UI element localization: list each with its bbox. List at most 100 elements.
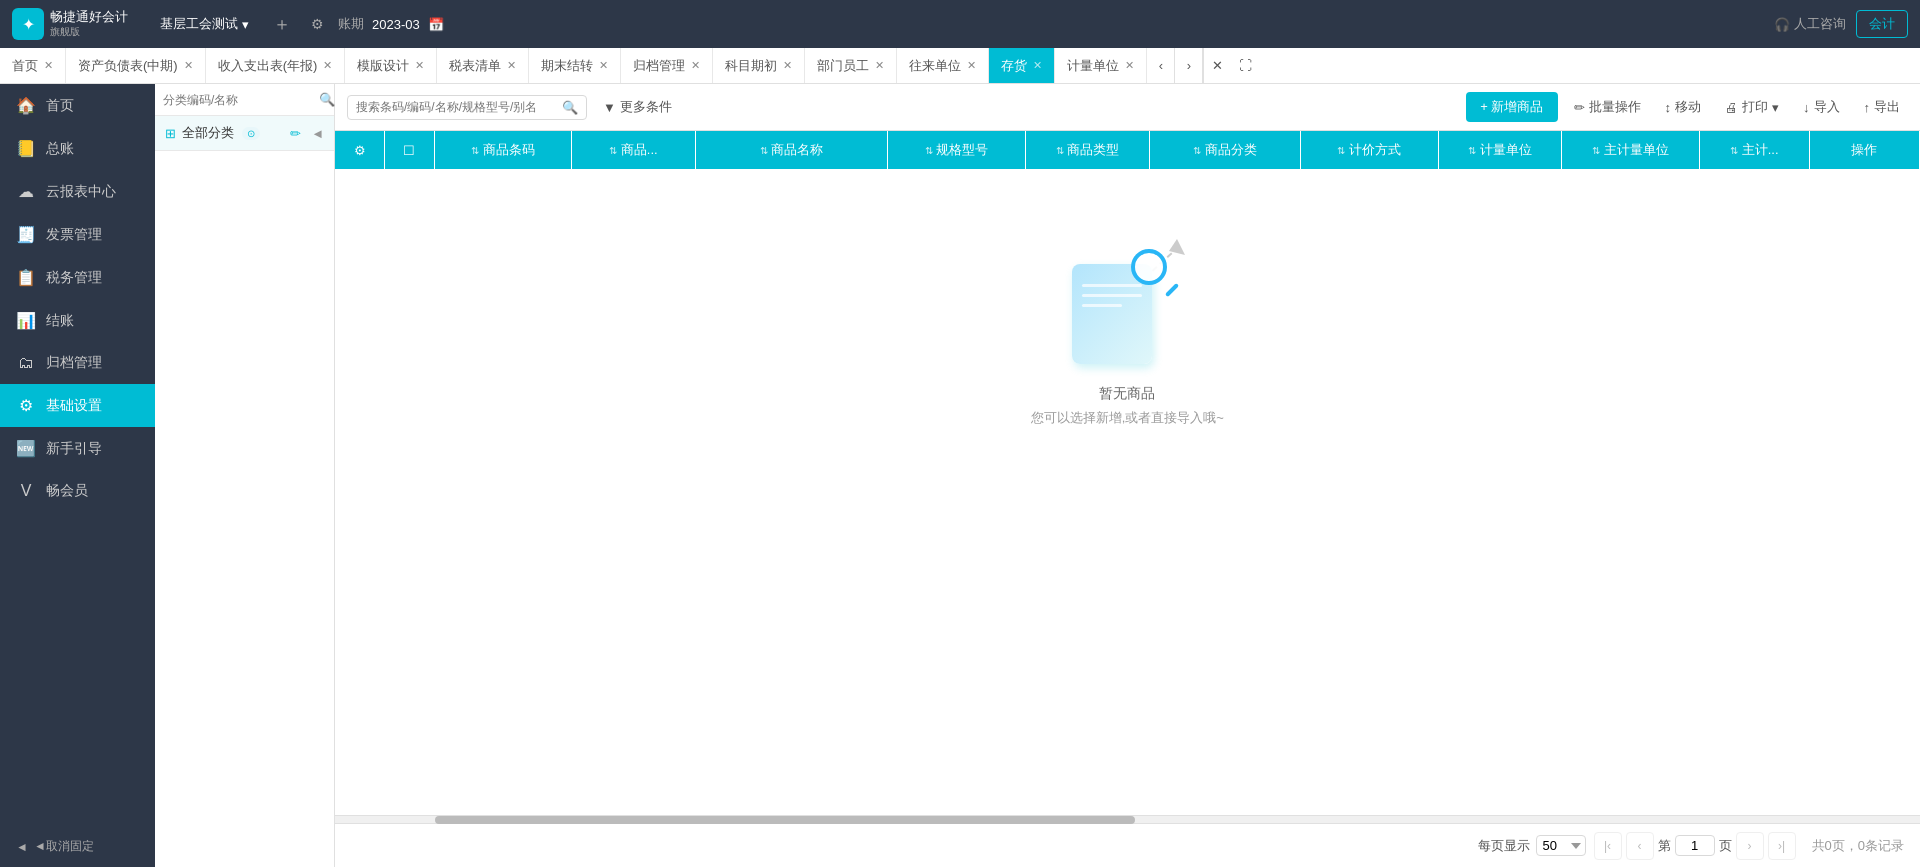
sidebar-item-guide[interactable]: 🆕 新手引导	[0, 427, 155, 470]
sidebar-item-home[interactable]: 🏠 首页	[0, 84, 155, 127]
main-layout: 🏠 首页 📒 总账 ☁ 云报表中心 🧾 发票管理 📋 税务管理 📊 结账 🗂 归…	[0, 84, 1920, 867]
col-header-extra[interactable]: ⇅ 主计...	[1699, 131, 1809, 169]
tab-archive[interactable]: 归档管理 ✕	[621, 48, 713, 84]
tax-icon: 📋	[16, 268, 36, 287]
horizontal-scrollbar[interactable]	[335, 815, 1920, 823]
tab-template-close[interactable]: ✕	[415, 59, 424, 72]
sidebar-item-tax[interactable]: 📋 税务管理	[0, 256, 155, 299]
calendar-icon[interactable]: 📅	[428, 17, 444, 32]
print-button[interactable]: 🖨 打印 ▾	[1717, 94, 1787, 120]
tab-next-button[interactable]: ›	[1175, 48, 1203, 84]
filter-icon: ▼	[603, 100, 616, 115]
col-header-spec[interactable]: ⇅ 规格型号	[888, 131, 1026, 169]
col-header-main-unit[interactable]: ⇅ 主计量单位	[1562, 131, 1700, 169]
page-label: 第	[1658, 837, 1671, 855]
sidebar-item-invoice[interactable]: 🧾 发票管理	[0, 213, 155, 256]
settle-icon: 📊	[16, 311, 36, 330]
more-filter-button[interactable]: ▼ 更多条件	[595, 94, 680, 120]
next-page-button[interactable]: ›	[1736, 832, 1764, 860]
tab-dept[interactable]: 部门员工 ✕	[805, 48, 897, 84]
sort-barcode-icon: ⇅	[471, 145, 479, 156]
sidebar-item-settle[interactable]: 📊 结账	[0, 299, 155, 342]
tab-partner[interactable]: 往来单位 ✕	[897, 48, 989, 84]
category-search-icon[interactable]: 🔍	[319, 92, 335, 107]
col-header-type[interactable]: ⇅ 商品类型	[1025, 131, 1149, 169]
first-page-button[interactable]: |‹	[1594, 832, 1622, 860]
sidebar-item-settings[interactable]: ⚙ 基础设置	[0, 384, 155, 427]
sidebar-unpin-button[interactable]: ◄ ◄取消固定	[0, 826, 155, 867]
col-header-settings[interactable]: ⚙	[335, 131, 385, 169]
import-button[interactable]: ↓ 导入	[1795, 94, 1848, 120]
add-product-button[interactable]: + 新增商品	[1466, 92, 1557, 122]
col-header-price[interactable]: ⇅ 计价方式	[1301, 131, 1439, 169]
sidebar-item-vip[interactable]: V 畅会员	[0, 470, 155, 512]
tab-partner-close[interactable]: ✕	[967, 59, 976, 72]
all-category-label[interactable]: 全部分类	[182, 124, 234, 142]
tab-balance-close[interactable]: ✕	[184, 59, 193, 72]
sort-category-icon: ⇅	[1193, 145, 1201, 156]
export-button[interactable]: ↑ 导出	[1856, 94, 1909, 120]
sidebar-item-reports[interactable]: ☁ 云报表中心	[0, 170, 155, 213]
page-unit: 页	[1719, 837, 1732, 855]
tab-unit-close[interactable]: ✕	[1125, 59, 1134, 72]
sidebar-item-ledger[interactable]: 📒 总账	[0, 127, 155, 170]
search-icon[interactable]: 🔍	[562, 100, 578, 115]
col-header-unit[interactable]: ⇅ 计量单位	[1438, 131, 1562, 169]
import-icon: ↓	[1803, 100, 1810, 115]
category-collapse-icon[interactable]: ◄	[311, 126, 324, 141]
tab-balance[interactable]: 资产负债表(中期) ✕	[66, 48, 206, 84]
tab-prev-button[interactable]: ‹	[1147, 48, 1175, 84]
last-page-button[interactable]: ›|	[1768, 832, 1796, 860]
category-search-input[interactable]	[163, 93, 313, 107]
tab-tax-close[interactable]: ✕	[507, 59, 516, 72]
col-header-barcode[interactable]: ⇅ 商品条码	[434, 131, 572, 169]
sort-main-unit-icon: ⇅	[1592, 145, 1600, 156]
sidebar-label-reports: 云报表中心	[46, 183, 116, 201]
service-button[interactable]: 🎧 人工咨询	[1774, 15, 1846, 33]
tab-period-end-close[interactable]: ✕	[599, 59, 608, 72]
sidebar-label-ledger: 总账	[46, 140, 74, 158]
tab-unit[interactable]: 计量单位 ✕	[1055, 48, 1147, 84]
tab-bar: 首页 ✕ 资产负债表(中期) ✕ 收入支出表(年报) ✕ 模版设计 ✕ 税表清单…	[0, 48, 1920, 84]
sort-extra-icon: ⇅	[1730, 145, 1738, 156]
sidebar-label-settings: 基础设置	[46, 397, 102, 415]
settings-icon[interactable]: ⚙	[305, 14, 330, 34]
sidebar: 🏠 首页 📒 总账 ☁ 云报表中心 🧾 发票管理 📋 税务管理 📊 结账 🗂 归…	[0, 84, 155, 867]
tab-income-close[interactable]: ✕	[323, 59, 332, 72]
tab-dept-close[interactable]: ✕	[875, 59, 884, 72]
right-panel: 🔍 ▼ 更多条件 + 新增商品 ✏ 批量操作 ↕	[335, 84, 1920, 867]
col-header-category[interactable]: ⇅ 商品分类	[1149, 131, 1300, 169]
scroll-thumb[interactable]	[435, 816, 1135, 824]
search-input[interactable]	[356, 100, 556, 114]
tab-archive-close[interactable]: ✕	[691, 59, 700, 72]
tab-period-end[interactable]: 期末结转 ✕	[529, 48, 621, 84]
prev-page-button[interactable]: ‹	[1626, 832, 1654, 860]
tab-inventory[interactable]: 存货 ✕	[989, 48, 1055, 84]
category-edit-icon[interactable]: ✏	[290, 126, 301, 141]
tab-inventory-label: 存货	[1001, 57, 1027, 75]
batch-button[interactable]: ✏ 批量操作	[1566, 94, 1649, 120]
tab-subject[interactable]: 科目期初 ✕	[713, 48, 805, 84]
move-button[interactable]: ↕ 移动	[1657, 94, 1710, 120]
sidebar-item-archive[interactable]: 🗂 归档管理	[0, 342, 155, 384]
table-area: ⚙ ☐ ⇅ 商品条码 ⇅ 商品...	[335, 131, 1920, 815]
tab-tax[interactable]: 税表清单 ✕	[437, 48, 529, 84]
account-button[interactable]: 会计	[1856, 10, 1908, 38]
tab-home[interactable]: 首页 ✕	[0, 48, 66, 84]
col-header-check[interactable]: ☐	[385, 131, 435, 169]
col-header-code[interactable]: ⇅ 商品...	[572, 131, 696, 169]
tab-income[interactable]: 收入支出表(年报) ✕	[206, 48, 346, 84]
tab-subject-close[interactable]: ✕	[783, 59, 792, 72]
tab-home-close[interactable]: ✕	[44, 59, 53, 72]
add-tab-button[interactable]: ＋	[267, 10, 297, 38]
company-selector[interactable]: 基层工会测试 ▾	[152, 11, 257, 37]
page-nav: |‹ ‹ 第 页 › ›|	[1594, 832, 1796, 860]
tab-close-all-button[interactable]: ✕	[1203, 48, 1231, 84]
empty-state: 暂无商品 您可以选择新增,或者直接导入哦~	[335, 169, 1920, 467]
tab-inventory-close[interactable]: ✕	[1033, 59, 1042, 72]
page-number-input[interactable]	[1675, 835, 1715, 856]
tab-template[interactable]: 模版设计 ✕	[345, 48, 437, 84]
page-size-select[interactable]: 50 10 20 100	[1536, 835, 1586, 856]
col-header-name[interactable]: ⇅ 商品名称	[695, 131, 888, 169]
tab-expand-button[interactable]: ⛶	[1231, 48, 1259, 84]
